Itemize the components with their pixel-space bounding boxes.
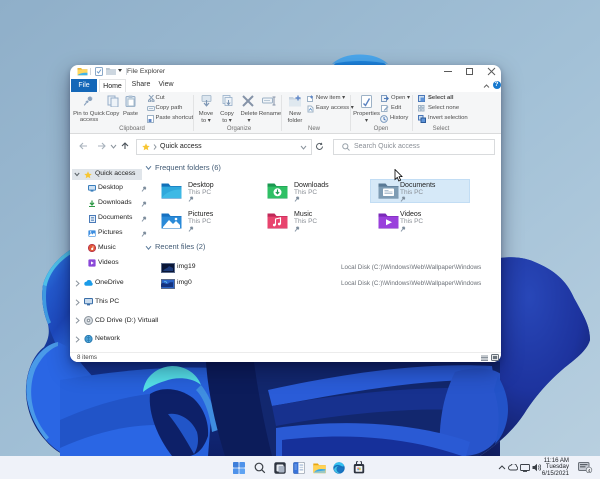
svg-text:4: 4 <box>588 468 591 473</box>
